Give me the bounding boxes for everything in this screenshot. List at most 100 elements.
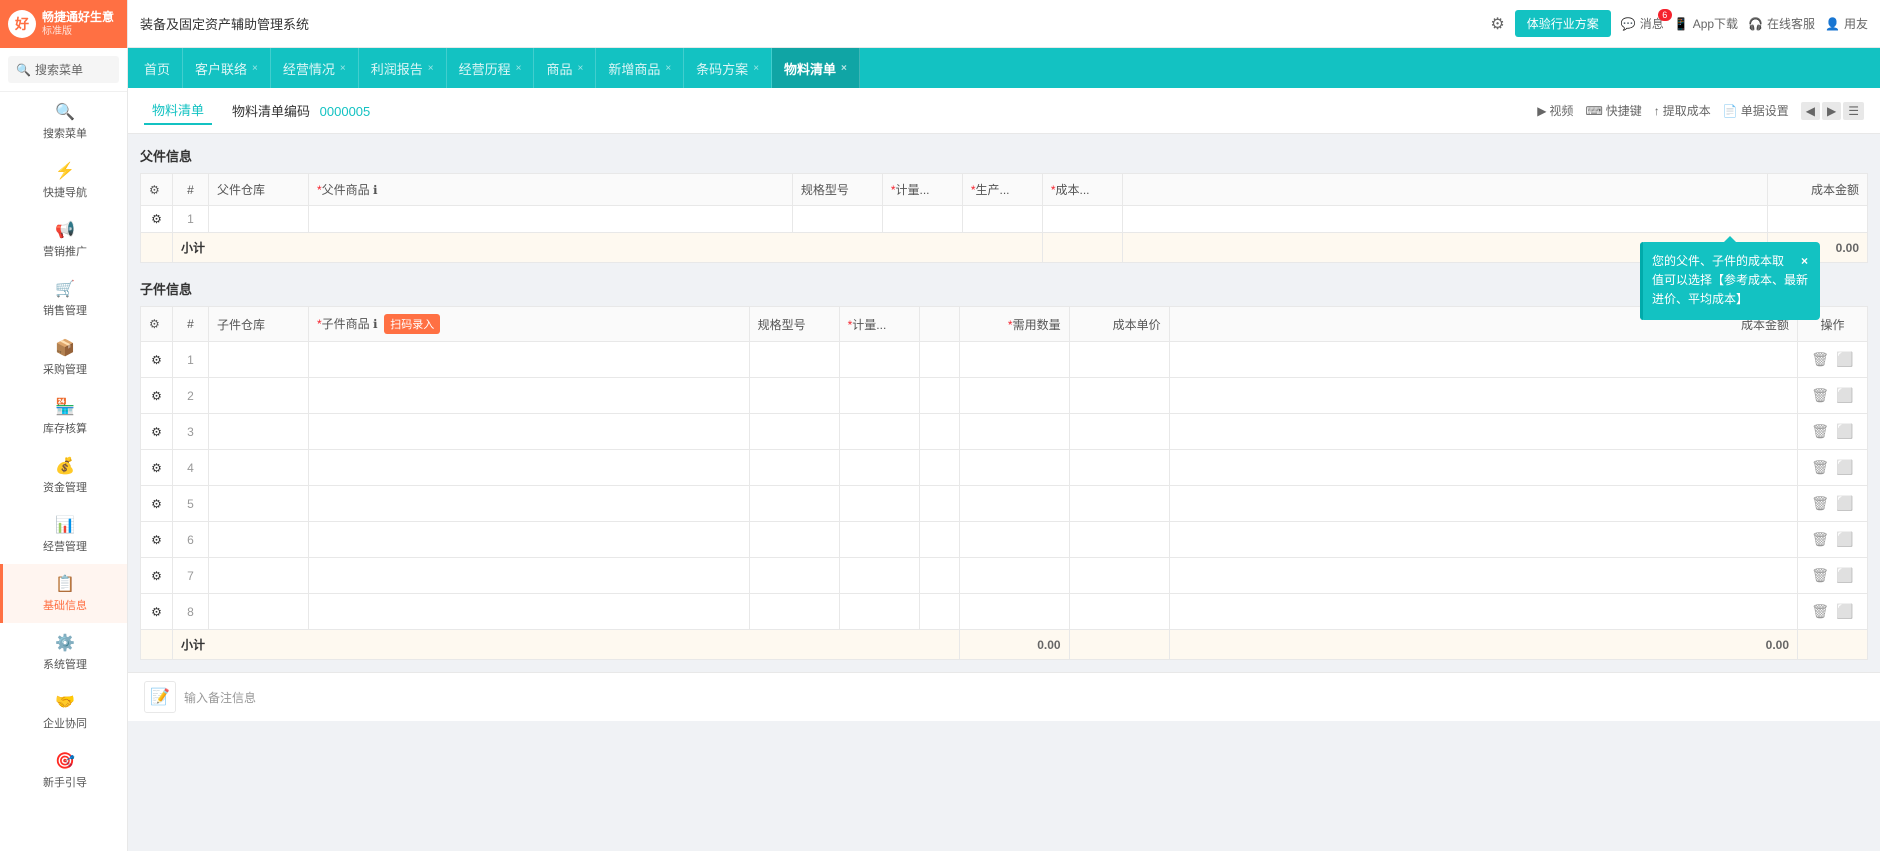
settings-icon[interactable]: ⚙ xyxy=(1490,14,1504,34)
child-row-7-spec[interactable] xyxy=(749,558,839,594)
child-row-2-delete-button[interactable]: 🗑 xyxy=(1809,385,1831,406)
child-row-1-copy-button[interactable]: ⬜ xyxy=(1834,349,1855,370)
child-row-3-warehouse[interactable] xyxy=(209,414,309,450)
child-row-1-delete-button[interactable]: 🗑 xyxy=(1809,349,1831,370)
prev-arrow[interactable]: ◀ xyxy=(1801,102,1820,120)
child-row-7-warehouse[interactable] xyxy=(209,558,309,594)
sidebar-item-quick-nav[interactable]: ⚡快捷导航 xyxy=(0,151,127,210)
next-arrow[interactable]: ▶ xyxy=(1822,102,1841,120)
child-row-4-product[interactable] xyxy=(309,450,750,486)
parent-row-1-warehouse[interactable] xyxy=(209,206,309,233)
child-row-6-warehouse[interactable] xyxy=(209,522,309,558)
extract-cost-button[interactable]: ↑ 提取成本 xyxy=(1654,102,1711,119)
sidebar-item-sales[interactable]: 🛒销售管理 xyxy=(0,269,127,328)
tab-close-operations[interactable]: × xyxy=(340,63,346,74)
child-row-4-spec[interactable] xyxy=(749,450,839,486)
child-row-1-warehouse[interactable] xyxy=(209,342,309,378)
child-row-7-unit[interactable] xyxy=(839,558,919,594)
child-row-8-product[interactable] xyxy=(309,594,750,630)
child-row-4-qty[interactable] xyxy=(959,450,1069,486)
user-menu-button[interactable]: 👤 用友 xyxy=(1825,15,1868,32)
child-row-6-spec[interactable] xyxy=(749,522,839,558)
child-row-2-warehouse[interactable] xyxy=(209,378,309,414)
child-row-5-unit[interactable] xyxy=(839,486,919,522)
child-row-5-warehouse[interactable] xyxy=(209,486,309,522)
sidebar-item-basic-info[interactable]: 📋基础信息 xyxy=(0,564,127,623)
child-row-2-product[interactable] xyxy=(309,378,750,414)
child-row-3-unit[interactable] xyxy=(839,414,919,450)
tab-products[interactable]: 商品 × xyxy=(534,48,596,88)
parent-row-1-product[interactable] xyxy=(309,206,793,233)
child-row-6-unit[interactable] xyxy=(839,522,919,558)
child-row-8-warehouse[interactable] xyxy=(209,594,309,630)
app-download-button[interactable]: 📱 App下载 xyxy=(1674,15,1738,32)
sidebar-item-system[interactable]: ⚙️系统管理 xyxy=(0,623,127,682)
child-row-1-spec[interactable] xyxy=(749,342,839,378)
child-row-5-qty[interactable] xyxy=(959,486,1069,522)
child-row-5-unit-cost[interactable] xyxy=(1069,486,1169,522)
tab-new-product[interactable]: 新增商品 × xyxy=(596,48,684,88)
child-row-5-product[interactable] xyxy=(309,486,750,522)
child-row-5-copy-button[interactable]: ⬜ xyxy=(1834,493,1855,514)
child-row-3-delete-button[interactable]: 🗑 xyxy=(1809,421,1831,442)
sidebar-item-guide[interactable]: 🎯新手引导 xyxy=(0,741,127,800)
parent-row-1-production[interactable] xyxy=(962,206,1042,233)
child-row-4-unit[interactable] xyxy=(839,450,919,486)
child-row-6-copy-button[interactable]: ⬜ xyxy=(1834,529,1855,550)
menu-lines[interactable]: ☰ xyxy=(1843,102,1864,120)
tab-customers[interactable]: 客户联络 × xyxy=(183,48,271,88)
child-row-2-qty[interactable] xyxy=(959,378,1069,414)
child-row-7-delete-button[interactable]: 🗑 xyxy=(1809,565,1831,586)
child-row-3-spec[interactable] xyxy=(749,414,839,450)
child-row-1-unit[interactable] xyxy=(839,342,919,378)
child-row-1-qty[interactable] xyxy=(959,342,1069,378)
child-row-5-spec[interactable] xyxy=(749,486,839,522)
parent-row-1-spec[interactable] xyxy=(792,206,882,233)
tab-close-profit[interactable]: × xyxy=(428,63,434,74)
child-row-6-unit-cost[interactable] xyxy=(1069,522,1169,558)
child-row-2-copy-button[interactable]: ⬜ xyxy=(1834,385,1855,406)
online-service-button[interactable]: 🎧 在线客服 xyxy=(1748,15,1815,32)
tab-close-products[interactable]: × xyxy=(577,63,583,74)
child-row-3-product[interactable] xyxy=(309,414,750,450)
sidebar-item-inventory[interactable]: 🏪库存核算 xyxy=(0,387,127,446)
trial-button[interactable]: 体验行业方案 xyxy=(1515,10,1611,37)
child-row-2-unit[interactable] xyxy=(839,378,919,414)
single-settings-button[interactable]: 📄 单据设置 xyxy=(1723,102,1789,119)
child-row-6-delete-button[interactable]: 🗑 xyxy=(1809,529,1831,550)
parent-row-1-cost[interactable] xyxy=(1042,206,1122,233)
child-row-1-product[interactable] xyxy=(309,342,750,378)
tab-close-new-product[interactable]: × xyxy=(665,63,671,74)
tab-barcode[interactable]: 条码方案 × xyxy=(684,48,772,88)
child-row-8-spec[interactable] xyxy=(749,594,839,630)
child-row-7-product[interactable] xyxy=(309,558,750,594)
child-row-4-copy-button[interactable]: ⬜ xyxy=(1834,457,1855,478)
child-row-3-qty[interactable] xyxy=(959,414,1069,450)
tab-bom[interactable]: 物料清单 × xyxy=(772,48,860,88)
child-row-6-qty[interactable] xyxy=(959,522,1069,558)
shortcut-button[interactable]: ⌨ 快捷键 xyxy=(1585,102,1641,119)
search-menu-button[interactable]: 🔍 搜索菜单 xyxy=(8,56,119,83)
child-row-2-unit-cost[interactable] xyxy=(1069,378,1169,414)
parent-row-1-unit[interactable] xyxy=(882,206,962,233)
child-row-7-qty[interactable] xyxy=(959,558,1069,594)
child-row-5-delete-button[interactable]: 🗑 xyxy=(1809,493,1831,514)
tab-close-customers[interactable]: × xyxy=(252,63,258,74)
view-button[interactable]: ▶ 视频 xyxy=(1537,102,1573,119)
child-row-8-copy-button[interactable]: ⬜ xyxy=(1834,601,1855,622)
tab-close-barcode[interactable]: × xyxy=(753,63,759,74)
sidebar-item-marketing[interactable]: 📢营销推广 xyxy=(0,210,127,269)
tab-operations[interactable]: 经营情况 × xyxy=(271,48,359,88)
tab-home[interactable]: 首页 xyxy=(132,48,183,88)
tab-history[interactable]: 经营历程 × xyxy=(447,48,535,88)
child-row-4-warehouse[interactable] xyxy=(209,450,309,486)
child-row-6-product[interactable] xyxy=(309,522,750,558)
sidebar-item-finance[interactable]: 💰资金管理 xyxy=(0,446,127,505)
sidebar-item-purchase[interactable]: 📦采购管理 xyxy=(0,328,127,387)
child-row-1-unit-cost[interactable] xyxy=(1069,342,1169,378)
tooltip-close-button[interactable]: × xyxy=(1801,252,1808,271)
message-button[interactable]: 💬 消息 6 xyxy=(1621,15,1664,32)
tab-profit[interactable]: 利润报告 × xyxy=(359,48,447,88)
child-row-4-unit-cost[interactable] xyxy=(1069,450,1169,486)
child-row-8-unit-cost[interactable] xyxy=(1069,594,1169,630)
